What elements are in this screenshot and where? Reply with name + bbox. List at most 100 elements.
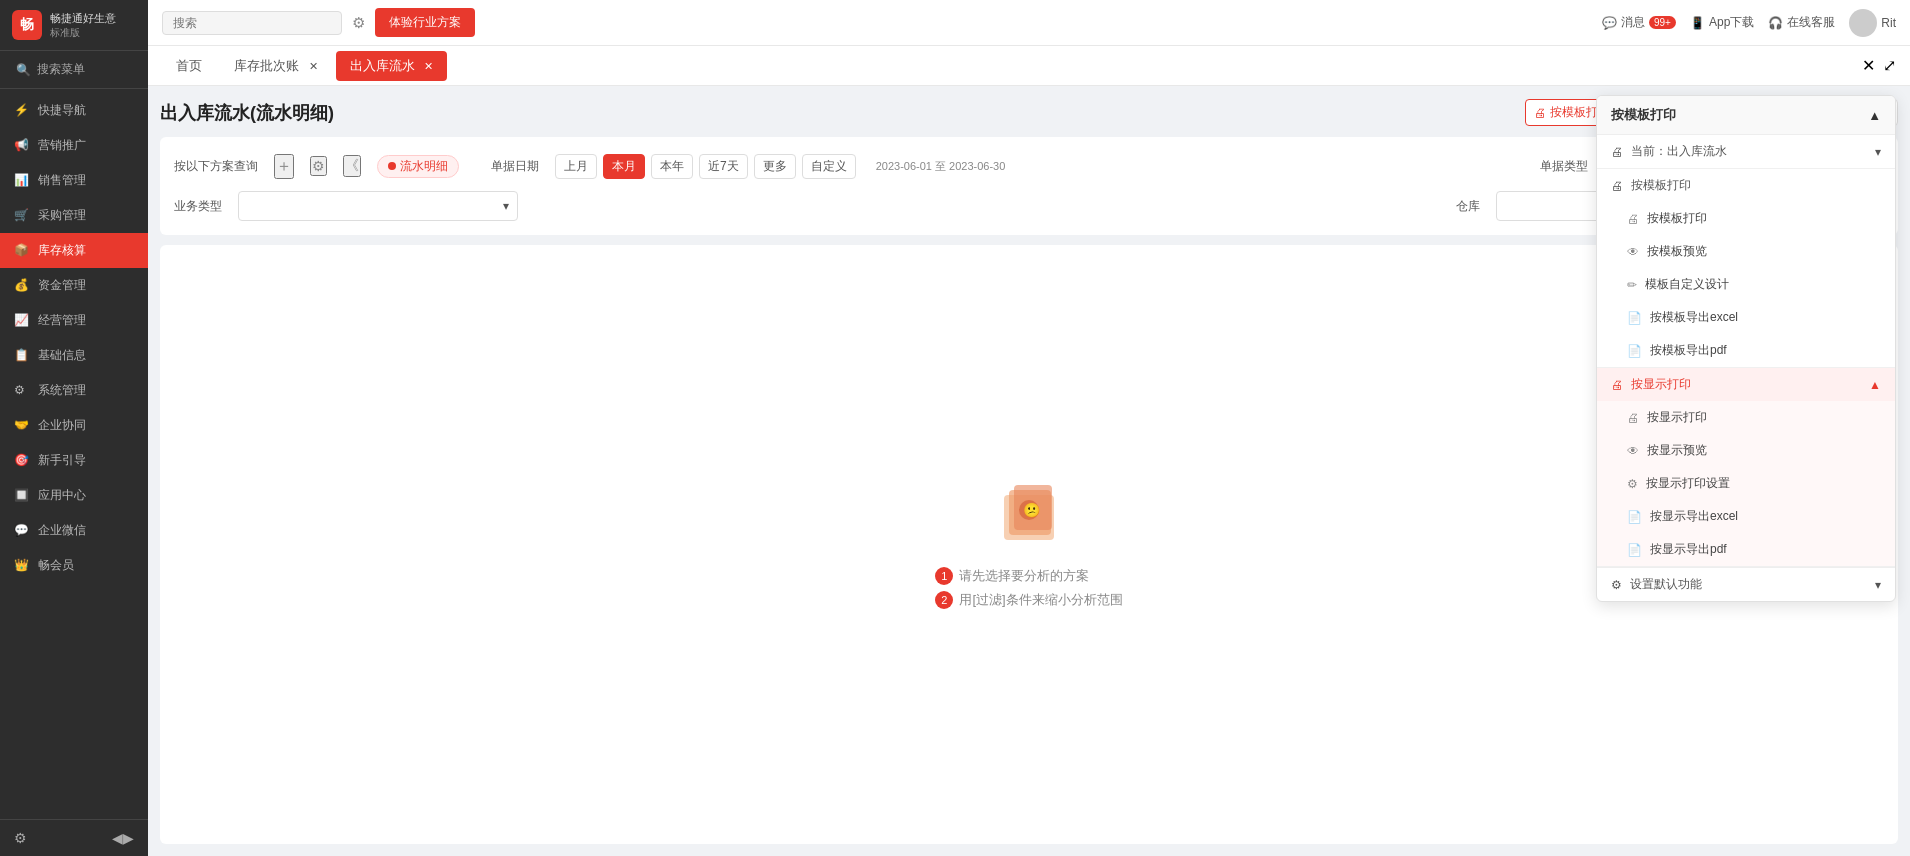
apps-icon: 🔲 [14, 488, 30, 504]
tab-batch[interactable]: 库存批次账 ✕ [220, 51, 332, 81]
sidebar-item-wechat[interactable]: 💬 企业微信 [0, 513, 148, 548]
display-pdf-icon: 📄 [1627, 543, 1642, 557]
sidebar-item-purchase[interactable]: 🛒 采购管理 [0, 198, 148, 233]
sidebar-item-system[interactable]: ⚙ 系统管理 [0, 373, 148, 408]
finance-icon: 💰 [14, 278, 30, 294]
sidebar-item-inventory[interactable]: 📦 库存核算 [0, 233, 148, 268]
dropdown-item-template-excel[interactable]: 📄 按模板导出excel [1597, 301, 1895, 334]
display-excel-icon: 📄 [1627, 510, 1642, 524]
topbar-right: 💬 消息 99+ 📱 App下载 🎧 在线客服 Rit [1602, 9, 1896, 37]
inventory-icon: 📦 [14, 243, 30, 259]
topbar-gear-icon[interactable]: ⚙ [352, 14, 365, 32]
default-icon: ⚙ [1611, 578, 1622, 592]
tab-flow[interactable]: 出入库流水 ✕ [336, 51, 448, 81]
empty-tips: 1 请先选择要分析的方案 2 用[过滤]条件来缩小分析范围 [935, 567, 1122, 615]
set-default-button[interactable]: ⚙ 设置默认功能 ▾ [1597, 567, 1895, 601]
template-custom-icon: ✏ [1627, 278, 1637, 292]
sidebar-item-enterprise[interactable]: 🤝 企业协同 [0, 408, 148, 443]
dropdown-current-section: 🖨 当前：出入库流水 ▾ [1597, 135, 1895, 169]
dropdown-item-display-print[interactable]: 🖨 按显示打印 [1597, 401, 1895, 434]
topbar-search-input[interactable] [162, 11, 342, 35]
empty-illustration: 😕 [989, 475, 1069, 555]
app-download-button[interactable]: 📱 App下载 [1690, 14, 1754, 31]
dropdown-display-section: 🖨 按显示打印 ▲ 🖨 按显示打印 👁 按显示预览 ⚙ 按显示打印设置 📄 按显… [1597, 368, 1895, 567]
template-preview-icon: 👁 [1627, 245, 1639, 259]
sidebar-item-finance[interactable]: 💰 资金管理 [0, 268, 148, 303]
display-print-icon: 🖨 [1627, 411, 1639, 425]
collapse-icon[interactable]: ◀▶ [112, 830, 134, 846]
biz-type-select[interactable]: ▾ [238, 191, 518, 221]
dropdown-arrow-icon: ▲ [1868, 108, 1881, 123]
biz-type-label: 业务类型 [174, 198, 222, 215]
trial-button[interactable]: 体验行业方案 [375, 8, 475, 37]
sidebar-item-sales[interactable]: 📊 销售管理 [0, 163, 148, 198]
sidebar-item-operation[interactable]: 📈 经营管理 [0, 303, 148, 338]
chevron-up-display-icon: ▲ [1869, 378, 1881, 392]
avatar [1849, 9, 1877, 37]
wechat-icon: 💬 [14, 523, 30, 539]
sidebar-item-marketing[interactable]: 📢 营销推广 [0, 128, 148, 163]
user-profile[interactable]: Rit [1849, 9, 1896, 37]
voucher-type-label: 单据类型 [1540, 158, 1588, 175]
search-icon: 🔍 [16, 63, 31, 77]
sidebar-item-basic[interactable]: 📋 基础信息 [0, 338, 148, 373]
filter-collapse-button[interactable]: 《 [343, 155, 361, 177]
sidebar-footer: ⚙ ◀▶ [0, 819, 148, 856]
quicknav-icon: ⚡ [14, 103, 30, 119]
dropdown-item-template-custom[interactable]: ✏ 模板自定义设计 [1597, 268, 1895, 301]
date-btn-last-month[interactable]: 上月 [555, 154, 597, 179]
date-btn-this-month[interactable]: 本月 [603, 154, 645, 179]
system-icon: ⚙ [14, 383, 30, 399]
tip-item-2: 2 用[过滤]条件来缩小分析范围 [935, 591, 1122, 609]
tab-home[interactable]: 首页 [162, 51, 216, 81]
date-buttons: 上月 本月 本年 近7天 更多 自定义 [555, 154, 856, 179]
logo-icon: 畅 [12, 10, 42, 40]
date-btn-this-year[interactable]: 本年 [651, 154, 693, 179]
topbar-left: ⚙ 体验行业方案 [162, 8, 475, 37]
sidebar-search-button[interactable]: 🔍 搜索菜单 [10, 57, 138, 82]
svg-text:😕: 😕 [1023, 502, 1041, 519]
sidebar-item-guide[interactable]: 🎯 新手引导 [0, 443, 148, 478]
dropdown-panel: 按模板打印 ▲ 🖨 当前：出入库流水 ▾ 🖨 按模板打印 🖨 按模板打印 👁 按… [1596, 95, 1896, 602]
settings-icon[interactable]: ⚙ [14, 830, 27, 846]
dropdown-header: 按模板打印 ▲ [1597, 96, 1895, 135]
dropdown-item-template-print[interactable]: 🖨 按模板打印 [1597, 202, 1895, 235]
dropdown-item-template-pdf[interactable]: 📄 按模板导出pdf [1597, 334, 1895, 367]
logo-area: 畅 畅捷通好生意 标准版 [0, 0, 148, 51]
filter-tag: 流水明细 [377, 155, 459, 178]
close-window-icon[interactable]: ✕ [1862, 56, 1875, 75]
dropdown-display-header[interactable]: 🖨 按显示打印 ▲ [1597, 368, 1895, 401]
app-icon: 📱 [1690, 16, 1705, 30]
chevron-down-current-icon: ▾ [1875, 145, 1881, 159]
printer-small-icon: 🖨 [1611, 145, 1623, 159]
tab-batch-close[interactable]: ✕ [309, 60, 318, 72]
service-icon: 🎧 [1768, 16, 1783, 30]
online-service-button[interactable]: 🎧 在线客服 [1768, 14, 1835, 31]
sidebar-search-area: 🔍 搜索菜单 [0, 51, 148, 89]
maximize-icon[interactable]: ⤢ [1883, 56, 1896, 75]
date-btn-7days[interactable]: 近7天 [699, 154, 748, 179]
dropdown-template-header[interactable]: 🖨 按模板打印 [1597, 169, 1895, 202]
dropdown-item-display-excel[interactable]: 📄 按显示导出excel [1597, 500, 1895, 533]
date-btn-custom[interactable]: 自定义 [802, 154, 856, 179]
sidebar-item-member[interactable]: 👑 畅会员 [0, 548, 148, 583]
display-header-icon: 🖨 [1611, 378, 1623, 392]
filter-gear-button[interactable]: ⚙ [310, 156, 327, 176]
dropdown-item-display-preview[interactable]: 👁 按显示预览 [1597, 434, 1895, 467]
message-icon: 💬 [1602, 16, 1617, 30]
dropdown-item-display-settings[interactable]: ⚙ 按显示打印设置 [1597, 467, 1895, 500]
tab-bar: 首页 库存批次账 ✕ 出入库流水 ✕ ✕ ⤢ [148, 46, 1910, 86]
message-button[interactable]: 💬 消息 99+ [1602, 14, 1676, 31]
dropdown-template-section: 🖨 按模板打印 🖨 按模板打印 👁 按模板预览 ✏ 模板自定义设计 📄 按模板导… [1597, 169, 1895, 368]
date-btn-more[interactable]: 更多 [754, 154, 796, 179]
sidebar-item-apps[interactable]: 🔲 应用中心 [0, 478, 148, 513]
dropdown-current-header[interactable]: 🖨 当前：出入库流水 ▾ [1597, 135, 1895, 168]
sales-icon: 📊 [14, 173, 30, 189]
dropdown-item-display-pdf[interactable]: 📄 按显示导出pdf [1597, 533, 1895, 566]
date-label: 单据日期 [491, 158, 539, 175]
tab-flow-close[interactable]: ✕ [424, 60, 433, 72]
marketing-icon: 📢 [14, 138, 30, 154]
dropdown-item-template-preview[interactable]: 👁 按模板预览 [1597, 235, 1895, 268]
filter-add-button[interactable]: ＋ [274, 154, 294, 179]
sidebar-item-quicknav[interactable]: ⚡ 快捷导航 [0, 93, 148, 128]
